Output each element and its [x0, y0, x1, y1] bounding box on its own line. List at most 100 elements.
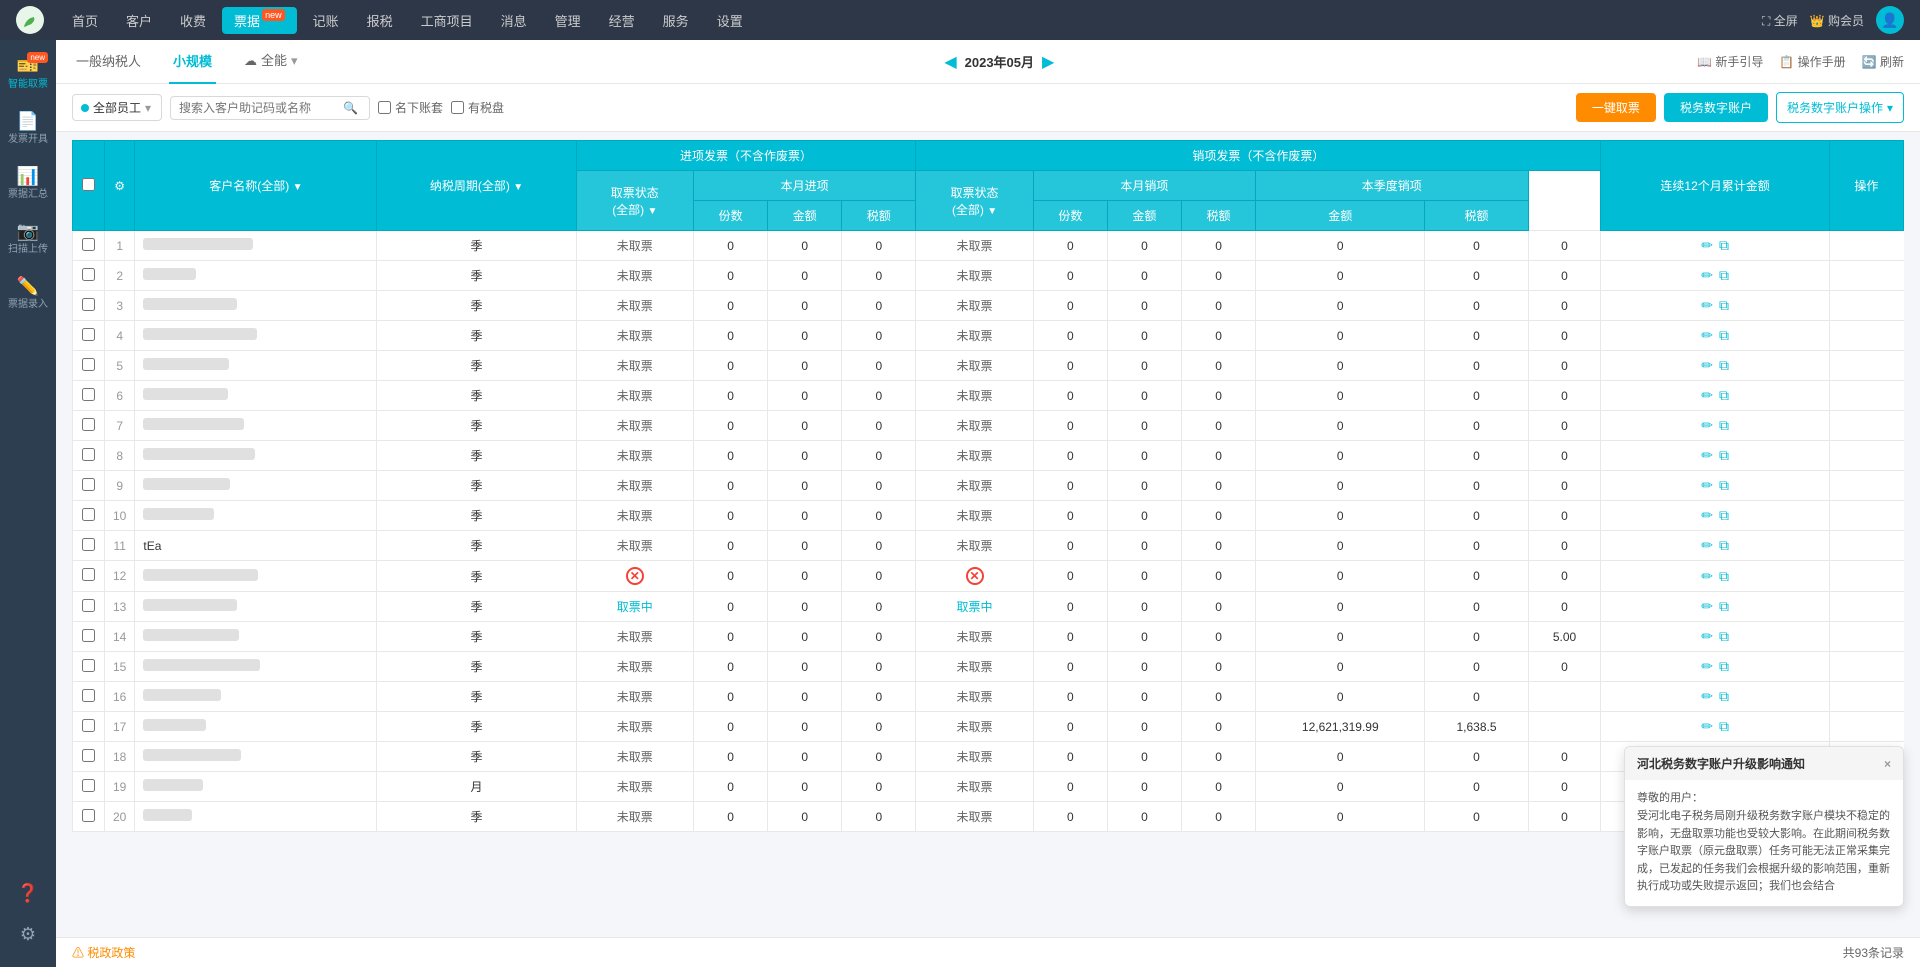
edit-icon[interactable]: ✏ [1701, 477, 1713, 494]
copy-icon[interactable]: ⧉ [1719, 507, 1729, 524]
copy-icon[interactable]: ⧉ [1719, 327, 1729, 344]
row-checkbox[interactable] [82, 629, 95, 642]
prev-period-button[interactable]: ◀ [944, 52, 956, 72]
one-click-button[interactable]: 一键取票 [1576, 93, 1656, 122]
next-period-button[interactable]: ▶ [1042, 52, 1054, 72]
row-checkbox-cell[interactable] [73, 531, 105, 561]
tax-disk-filter[interactable]: 有税盘 [451, 99, 504, 116]
manual-button[interactable]: 📋 操作手册 [1779, 53, 1845, 70]
edit-icon[interactable]: ✏ [1701, 417, 1713, 434]
row-checkbox[interactable] [82, 689, 95, 702]
nav-invoice[interactable]: 票据new [222, 7, 297, 34]
edit-icon[interactable]: ✏ [1701, 598, 1713, 615]
copy-icon[interactable]: ⧉ [1719, 387, 1729, 404]
account-set-checkbox[interactable] [378, 101, 391, 114]
employee-filter[interactable]: 全部员工 ▾ [72, 94, 162, 121]
search-icon[interactable]: 🔍 [343, 101, 358, 115]
copy-icon[interactable]: ⧉ [1719, 568, 1729, 585]
edit-icon[interactable]: ✏ [1701, 357, 1713, 374]
row-checkbox[interactable] [82, 418, 95, 431]
row-checkbox-cell[interactable] [73, 291, 105, 321]
nav-fee[interactable]: 收费 [168, 7, 218, 34]
row-checkbox-cell[interactable] [73, 802, 105, 832]
row-checkbox-cell[interactable] [73, 411, 105, 441]
sidebar-item-invoice-issue[interactable]: 📄 发票开具 [2, 103, 54, 154]
sidebar-item-scan-upload[interactable]: 📷 扫描上传 [2, 213, 54, 264]
copy-icon[interactable]: ⧉ [1719, 357, 1729, 374]
edit-icon[interactable]: ✏ [1701, 507, 1713, 524]
nav-tax[interactable]: 报税 [355, 7, 405, 34]
row-checkbox[interactable] [82, 809, 95, 822]
edit-icon[interactable]: ✏ [1701, 267, 1713, 284]
tax-policy-link[interactable]: ⚠ 税政政策 [72, 944, 135, 961]
row-checkbox[interactable] [82, 719, 95, 732]
sidebar-item-invoice-summary[interactable]: 📊 票据汇总 [2, 158, 54, 209]
row-checkbox[interactable] [82, 659, 95, 672]
nav-settings[interactable]: 设置 [705, 7, 755, 34]
row-checkbox[interactable] [82, 328, 95, 341]
notification-close-button[interactable]: × [1884, 757, 1891, 771]
row-checkbox-cell[interactable] [73, 231, 105, 261]
edit-icon[interactable]: ✏ [1701, 297, 1713, 314]
sidebar-settings-icon[interactable]: ⚙ [14, 918, 42, 951]
tax-disk-checkbox[interactable] [451, 101, 464, 114]
copy-icon[interactable]: ⧉ [1719, 628, 1729, 645]
copy-icon[interactable]: ⧉ [1719, 297, 1729, 314]
row-checkbox[interactable] [82, 538, 95, 551]
edit-icon[interactable]: ✏ [1701, 658, 1713, 675]
row-checkbox[interactable] [82, 779, 95, 792]
nav-bookkeeping[interactable]: 记账 [301, 7, 351, 34]
nav-business[interactable]: 工商项目 [409, 7, 485, 34]
edit-icon[interactable]: ✏ [1701, 628, 1713, 645]
edit-icon[interactable]: ✏ [1701, 688, 1713, 705]
row-checkbox-cell[interactable] [73, 501, 105, 531]
copy-icon[interactable]: ⧉ [1719, 267, 1729, 284]
row-checkbox-cell[interactable] [73, 471, 105, 501]
row-checkbox[interactable] [82, 749, 95, 762]
copy-icon[interactable]: ⧉ [1719, 658, 1729, 675]
sidebar-help-icon[interactable]: ❓ [11, 877, 45, 910]
nav-home[interactable]: 首页 [60, 7, 110, 34]
nav-message[interactable]: 消息 [489, 7, 539, 34]
row-checkbox-cell[interactable] [73, 712, 105, 742]
guide-button[interactable]: 📖 新手引导 [1697, 53, 1763, 70]
sidebar-item-invoice-input[interactable]: ✏️ 票据录入 [2, 268, 54, 319]
edit-icon[interactable]: ✏ [1701, 327, 1713, 344]
tax-digital-op-button[interactable]: 税务数字账户操作 ▾ [1776, 92, 1904, 123]
row-checkbox[interactable] [82, 268, 95, 281]
user-avatar[interactable]: 👤 [1876, 6, 1904, 34]
row-checkbox[interactable] [82, 448, 95, 461]
row-checkbox-cell[interactable] [73, 561, 105, 592]
edit-icon[interactable]: ✏ [1701, 387, 1713, 404]
copy-icon[interactable]: ⧉ [1719, 417, 1729, 434]
copy-icon[interactable]: ⧉ [1719, 477, 1729, 494]
sidebar-item-smart-ticket[interactable]: 🎫 智能取票 new [2, 48, 54, 99]
row-checkbox-cell[interactable] [73, 381, 105, 411]
edit-icon[interactable]: ✏ [1701, 237, 1713, 254]
copy-icon[interactable]: ⧉ [1719, 237, 1729, 254]
edit-icon[interactable]: ✏ [1701, 568, 1713, 585]
nav-service[interactable]: 服务 [651, 7, 701, 34]
row-checkbox-cell[interactable] [73, 682, 105, 712]
refresh-button[interactable]: 🔄 刷新 [1862, 53, 1904, 70]
member-button[interactable]: 👑 购会员 [1810, 12, 1864, 29]
row-checkbox-cell[interactable] [73, 772, 105, 802]
search-input[interactable] [179, 101, 339, 115]
row-checkbox[interactable] [82, 478, 95, 491]
copy-icon[interactable]: ⧉ [1719, 598, 1729, 615]
copy-icon[interactable]: ⧉ [1719, 718, 1729, 735]
row-checkbox[interactable] [82, 358, 95, 371]
row-checkbox-cell[interactable] [73, 652, 105, 682]
row-checkbox[interactable] [82, 388, 95, 401]
row-checkbox[interactable] [82, 508, 95, 521]
account-set-filter[interactable]: 名下账套 [378, 99, 443, 116]
edit-icon[interactable]: ✏ [1701, 718, 1713, 735]
nav-manage[interactable]: 管理 [543, 7, 593, 34]
fullscreen-button[interactable]: ⛶ 全屏 [1762, 12, 1798, 29]
copy-icon[interactable]: ⧉ [1719, 447, 1729, 464]
nav-customer[interactable]: 客户 [114, 7, 164, 34]
row-checkbox[interactable] [82, 298, 95, 311]
row-checkbox-cell[interactable] [73, 742, 105, 772]
tab-all[interactable]: ☁ 全能 ▾ [240, 40, 302, 84]
row-checkbox-cell[interactable] [73, 351, 105, 381]
